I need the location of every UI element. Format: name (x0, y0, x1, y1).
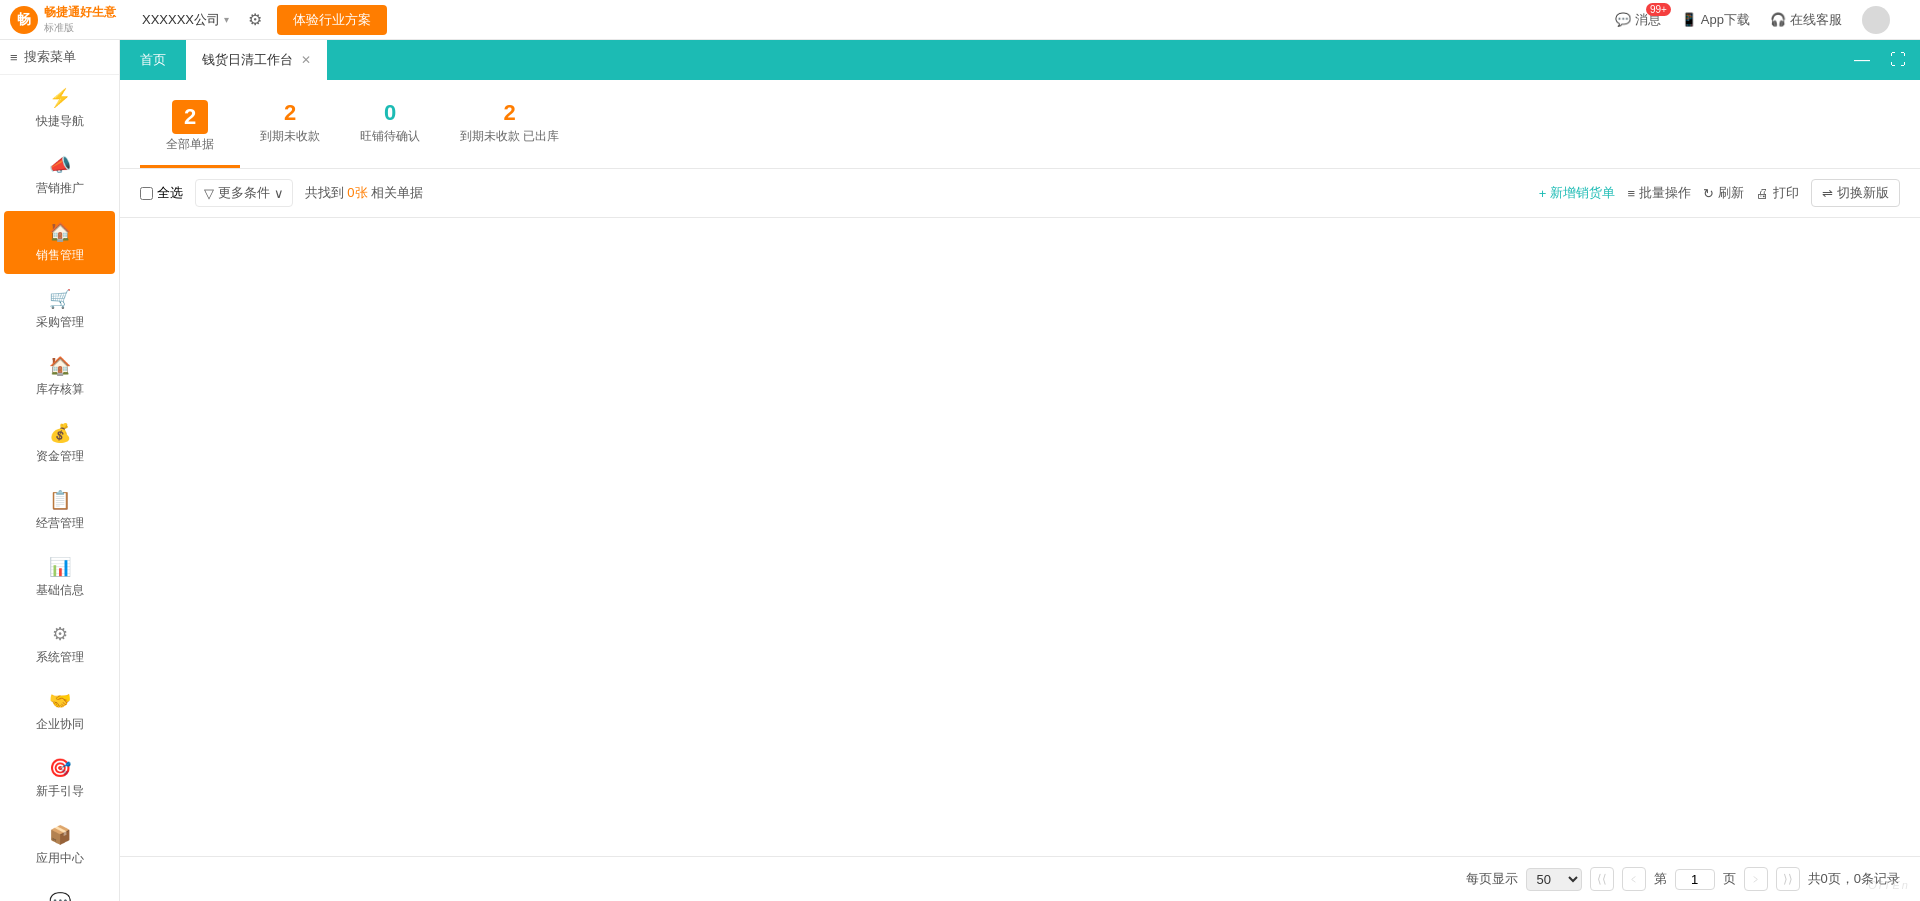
operations-icon: 📋 (49, 489, 71, 511)
topbar: 畅 畅捷通好生意 标准版 XXXXXX公司 ▾ ⚙ 体验行业方案 💬 消息 99… (0, 0, 1920, 40)
page-input[interactable] (1675, 869, 1715, 890)
switch-icon: ⇌ (1822, 186, 1833, 201)
toolbar: 全选 ▽ 更多条件 ∨ 共找到 0张 相关单据 + (120, 169, 1920, 218)
sidebar-item-purchase[interactable]: 🛒 采购管理 (4, 278, 115, 341)
tab-workbench[interactable]: 钱货日清工作台 ✕ (186, 40, 327, 80)
print-icon: 🖨 (1756, 186, 1769, 201)
sidebar-item-quick-nav[interactable]: ⚡ 快捷导航 (4, 77, 115, 140)
sidebar-item-operations[interactable]: 📋 经营管理 (4, 479, 115, 542)
batch-operation-btn[interactable]: ≡ 批量操作 (1627, 184, 1691, 202)
sales-icon: 🏠 (49, 221, 71, 243)
status-tab-overdue-shipped-count: 2 (460, 100, 559, 126)
next-page-btn[interactable]: ﹥ (1744, 867, 1768, 891)
prev-page-btn[interactable]: ﹤ (1622, 867, 1646, 891)
status-tab-all-count: 2 (160, 100, 220, 134)
messages-btn[interactable]: 💬 消息 99+ (1615, 11, 1661, 29)
pagination: 每页显示 50 100 200 ⟨⟨ ﹤ 第 页 ﹥ ⟩⟩ 共0页，0条记录 (120, 856, 1920, 901)
content-area: 首页 钱货日清工作台 ✕ — ⛶ 2 全部单据 2 (120, 40, 1920, 901)
sidebar: ≡ 搜索菜单 ⚡ 快捷导航 📣 营销推广 🏠 销售管理 🛒 采购管理 🏠 库存核… (0, 40, 120, 901)
tab-home[interactable]: 首页 (120, 40, 186, 80)
print-btn[interactable]: 🖨 打印 (1756, 184, 1799, 202)
status-tab-pending[interactable]: 0 旺铺待确认 (340, 92, 440, 168)
filter-icon: ▽ (204, 186, 214, 201)
company-selector[interactable]: XXXXXX公司 ▾ (130, 11, 241, 29)
sidebar-item-cooperation[interactable]: 🤝 企业协同 (4, 680, 115, 743)
avatar[interactable] (1862, 6, 1890, 34)
tab-expand-icon[interactable]: ⛶ (1884, 46, 1912, 74)
refresh-btn[interactable]: ↻ 刷新 (1703, 184, 1744, 202)
status-tab-overdue[interactable]: 2 到期未收款 (240, 92, 340, 168)
workbench: 2 全部单据 2 到期未收款 0 旺铺待确认 2 到期未收款 已出库 (120, 80, 1920, 901)
status-tabs: 2 全部单据 2 到期未收款 0 旺铺待确认 2 到期未收款 已出库 (120, 80, 1920, 169)
message-badge: 99+ (1646, 3, 1671, 16)
status-tab-overdue-shipped[interactable]: 2 到期未收款 已出库 (440, 92, 579, 168)
purchase-icon: 🛒 (49, 288, 71, 310)
settings-icon[interactable]: ⚙ (241, 6, 269, 34)
sidebar-item-finance[interactable]: 💰 资金管理 (4, 412, 115, 475)
new-sales-order-btn[interactable]: + 新增销货单 (1539, 184, 1616, 202)
page-label: 第 (1654, 870, 1667, 888)
marketing-icon: 📣 (49, 154, 71, 176)
sidebar-item-app-center[interactable]: 📦 应用中心 (4, 814, 115, 877)
cooperation-icon: 🤝 (49, 690, 71, 712)
filter-btn[interactable]: ▽ 更多条件 ∨ (195, 179, 293, 207)
tab-minimize-icon[interactable]: — (1848, 46, 1876, 74)
plus-icon: + (1539, 186, 1547, 201)
batch-icon: ≡ (1627, 186, 1635, 201)
service-icon: 🎧 (1770, 12, 1786, 27)
industry-btn[interactable]: 体验行业方案 (277, 5, 387, 35)
download-icon: 📱 (1681, 12, 1697, 27)
table-area (120, 218, 1920, 856)
wechat-icon: 💬 (49, 891, 71, 901)
toolbar-left: 全选 ▽ 更多条件 ∨ 共找到 0张 相关单据 (140, 179, 1527, 207)
page-suffix: 页 (1723, 870, 1736, 888)
inventory-icon: 🏠 (49, 355, 71, 377)
tab-bar: 首页 钱货日清工作台 ✕ — ⛶ (120, 40, 1920, 80)
refresh-icon: ↻ (1703, 186, 1714, 201)
sidebar-item-basic-info[interactable]: 📊 基础信息 (4, 546, 115, 609)
logo: 畅 畅捷通好生意 标准版 (10, 4, 130, 35)
sidebar-item-sales[interactable]: 🏠 销售管理 (4, 211, 115, 274)
logo-text: 畅捷通好生意 标准版 (44, 4, 116, 35)
topbar-right: 💬 消息 99+ 📱 App下载 🎧 在线客服 (1615, 6, 1910, 34)
sidebar-item-system[interactable]: ⚙ 系统管理 (4, 613, 115, 676)
per-page-label: 每页显示 (1466, 870, 1518, 888)
total-info: 共0页，0条记录 (1808, 870, 1900, 888)
sidebar-item-marketing[interactable]: 📣 营销推广 (4, 144, 115, 207)
basic-info-icon: 📊 (49, 556, 71, 578)
search-icon: ≡ (10, 50, 18, 65)
flash-icon: ⚡ (49, 87, 71, 109)
sidebar-item-guide[interactable]: 🎯 新手引导 (4, 747, 115, 810)
system-icon: ⚙ (52, 623, 68, 645)
logo-icon: 畅 (10, 6, 38, 34)
finance-icon: 💰 (49, 422, 71, 444)
switch-version-btn[interactable]: ⇌ 切换新版 (1811, 179, 1900, 207)
chevron-filter-icon: ∨ (274, 186, 284, 201)
tab-bar-right: — ⛶ (1848, 46, 1920, 74)
guide-icon: 🎯 (49, 757, 71, 779)
chevron-down-icon: ▾ (224, 14, 229, 25)
main-layout: ≡ 搜索菜单 ⚡ 快捷导航 📣 营销推广 🏠 销售管理 🛒 采购管理 🏠 库存核… (0, 40, 1920, 901)
message-icon: 💬 (1615, 12, 1631, 27)
status-tab-pending-count: 0 (360, 100, 420, 126)
select-all-input[interactable] (140, 187, 153, 200)
search-menu[interactable]: ≡ 搜索菜单 (0, 40, 119, 75)
sidebar-item-wechat[interactable]: 💬 企业微信 (4, 881, 115, 901)
last-page-btn[interactable]: ⟩⟩ (1776, 867, 1800, 891)
select-all-checkbox[interactable]: 全选 (140, 184, 183, 202)
status-tab-all[interactable]: 2 全部单据 (140, 92, 240, 168)
toolbar-right: + 新增销货单 ≡ 批量操作 ↻ 刷新 🖨 打印 (1539, 179, 1900, 207)
per-page-select[interactable]: 50 100 200 (1526, 868, 1582, 891)
sidebar-item-inventory[interactable]: 🏠 库存核算 (4, 345, 115, 408)
app-download-btn[interactable]: 📱 App下载 (1681, 11, 1750, 29)
app-center-icon: 📦 (49, 824, 71, 846)
tab-close-icon[interactable]: ✕ (301, 53, 311, 67)
status-tab-overdue-count: 2 (260, 100, 320, 126)
first-page-btn[interactable]: ⟨⟨ (1590, 867, 1614, 891)
online-service-btn[interactable]: 🎧 在线客服 (1770, 11, 1842, 29)
found-text: 共找到 0张 相关单据 (305, 184, 423, 202)
